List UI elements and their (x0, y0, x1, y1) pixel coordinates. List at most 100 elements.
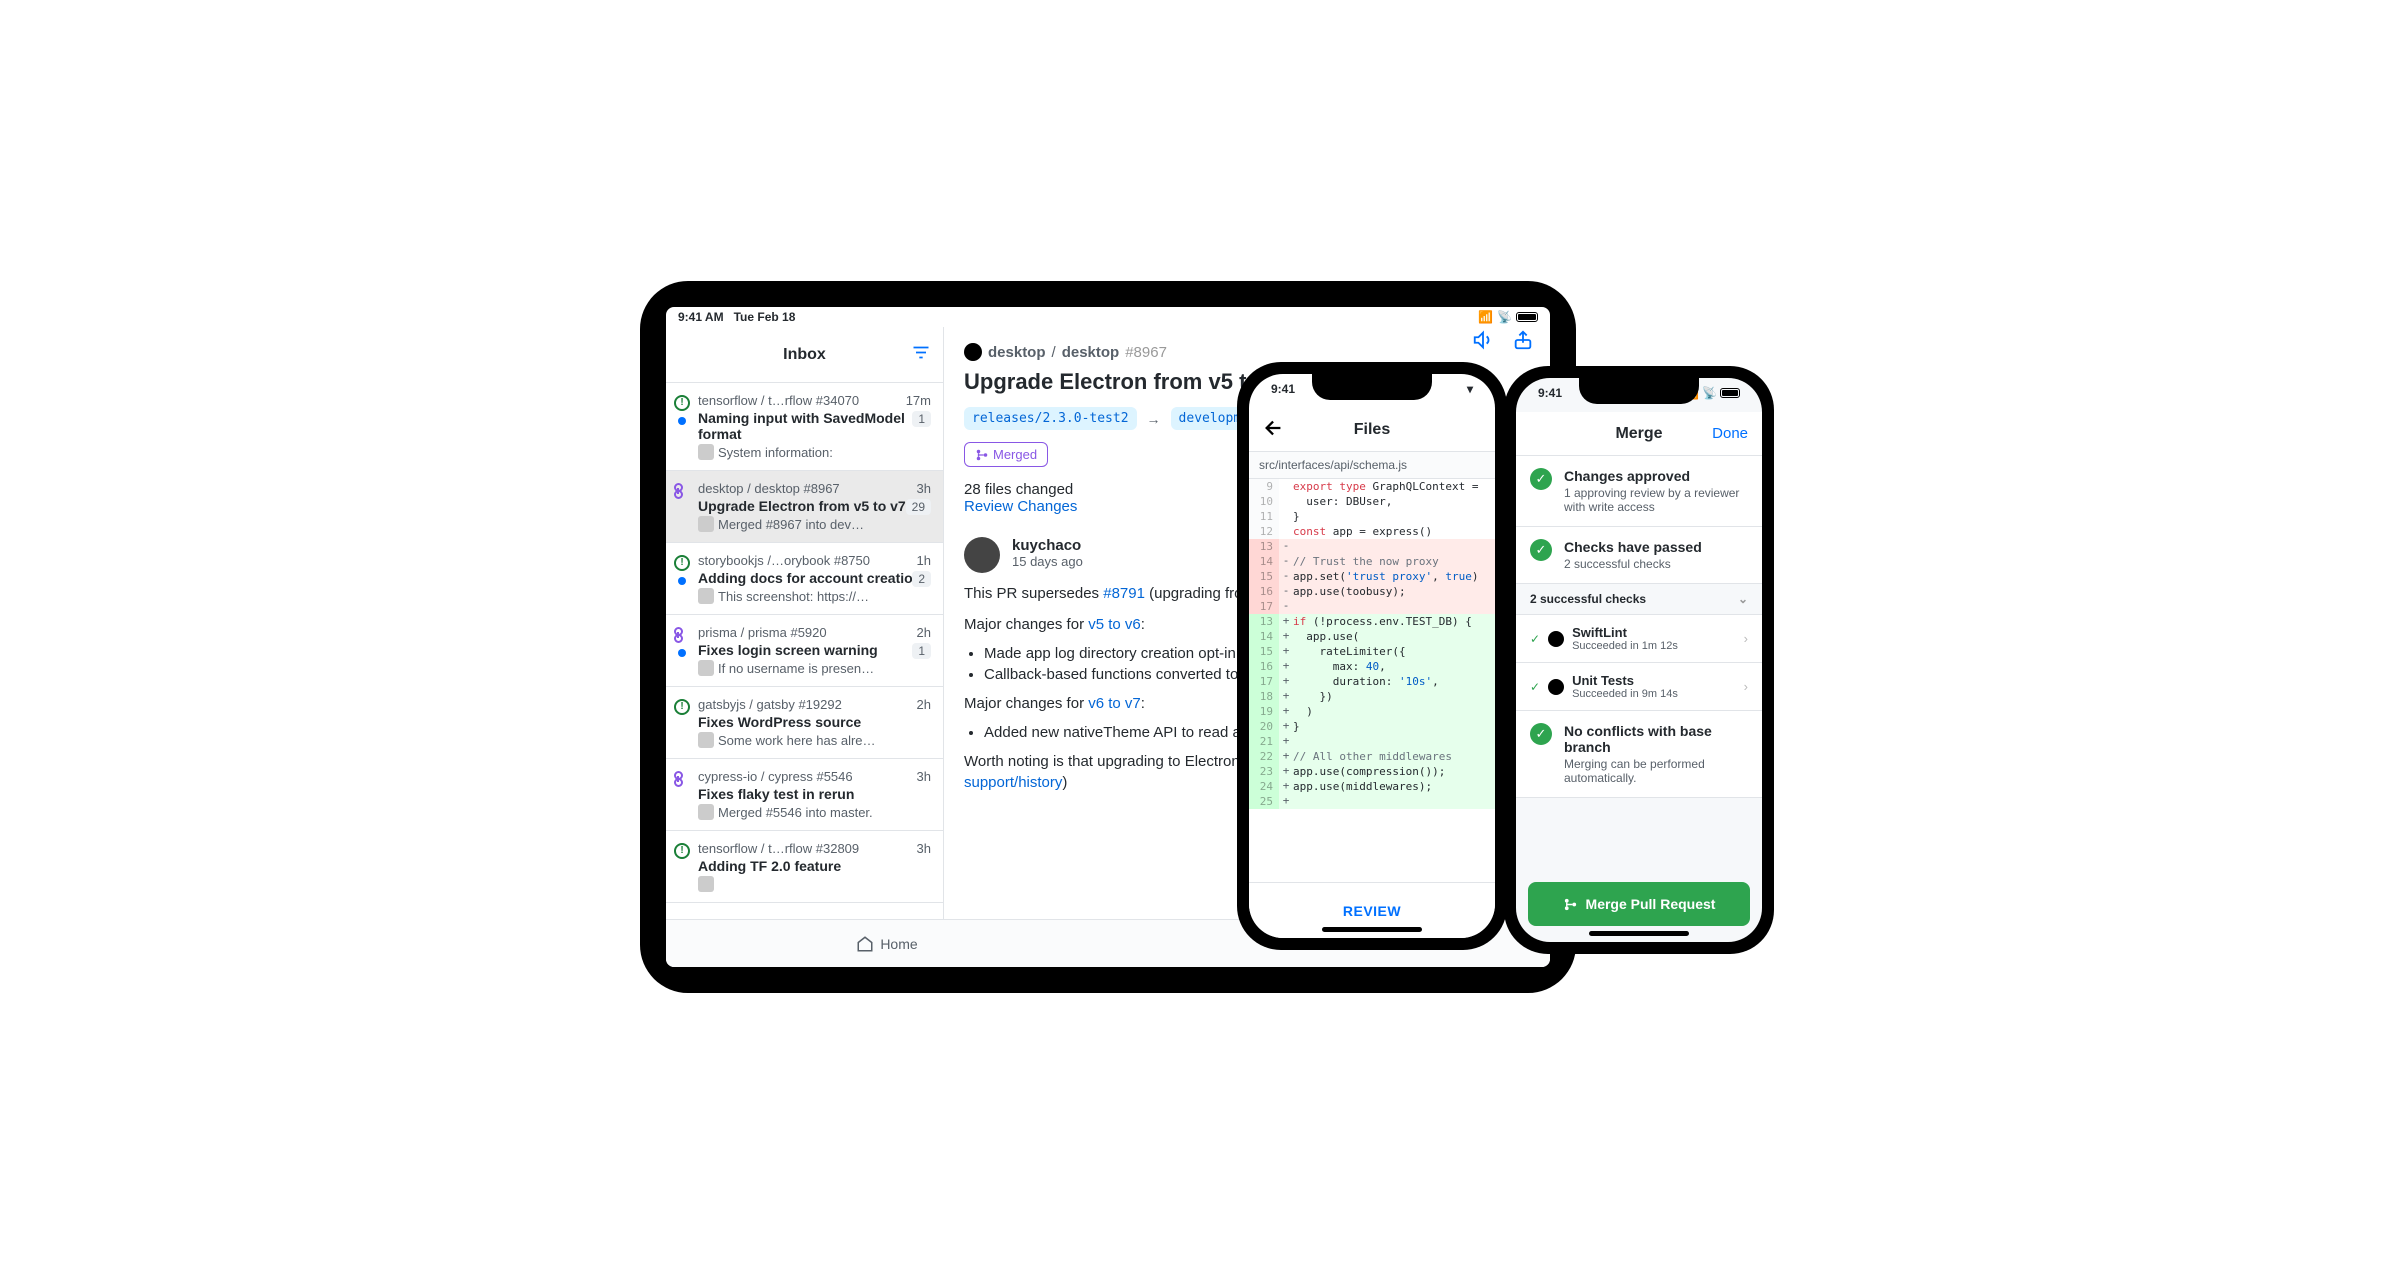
inbox-item[interactable]: cypress-io / cypress #55463hFixes flaky … (666, 759, 943, 831)
diff-line: 9 export type GraphQLContext = (1249, 479, 1495, 494)
wifi-icon: ▾ (1467, 382, 1473, 396)
home-indicator (1589, 931, 1689, 936)
diff-line: 14+ app.use( (1249, 629, 1495, 644)
supersedes-link[interactable]: #8791 (1103, 585, 1145, 602)
branch-head[interactable]: releases/2.3.0-test2 (964, 407, 1137, 430)
check-name: Unit Tests (1572, 673, 1736, 688)
merge-pr-button[interactable]: Merge Pull Request (1528, 882, 1750, 926)
github-icon (964, 343, 982, 361)
back-icon[interactable] (1263, 417, 1285, 442)
check-item[interactable]: ✓Unit TestsSucceeded in 9m 14s› (1516, 663, 1762, 711)
approved-title: Changes approved (1564, 468, 1748, 484)
item-subtitle: Merged #8967 into dev… (698, 516, 929, 532)
item-title: Fixes flaky test in rerun (698, 786, 929, 802)
item-title: Naming input with SavedModel format (698, 410, 929, 442)
changes-approved-row: ✓ Changes approved 1 approving review by… (1516, 456, 1762, 527)
unread-dot-icon (678, 649, 686, 657)
phone-merge-content: ✓ Changes approved 1 approving review by… (1516, 456, 1762, 942)
diff-view[interactable]: 9 export type GraphQLContext =10 user: D… (1249, 479, 1495, 809)
item-subtitle (698, 876, 929, 892)
checks-list: ✓SwiftLintSucceeded in 1m 12s›✓Unit Test… (1516, 615, 1762, 711)
breadcrumb: desktop / desktop #8967 (964, 343, 1530, 361)
inbox-item[interactable]: tensorflow / t…rflow #3407017m1Naming in… (666, 383, 943, 471)
repo-line: gatsbyjs / gatsby #19292 (698, 697, 929, 712)
diff-line: 18+ }) (1249, 689, 1495, 704)
nav-title: Merge (1615, 425, 1662, 443)
inbox-item[interactable]: tensorflow / t…rflow #328093hAdding TF 2… (666, 831, 943, 903)
merged-label: Merged (993, 447, 1037, 462)
repo-line: prisma / prisma #5920 (698, 625, 929, 640)
item-subtitle: This screenshot: https://… (698, 588, 929, 604)
v6-v7-link[interactable]: v6 to v7 (1088, 695, 1141, 712)
diff-line: 17- (1249, 599, 1495, 614)
inbox-item[interactable]: desktop / desktop #89673h29Upgrade Elect… (666, 471, 943, 543)
wifi-icon: 📡 (1702, 386, 1717, 400)
diff-line: 16-app.use(toobusy); (1249, 584, 1495, 599)
v5-v6-link[interactable]: v5 to v6 (1088, 616, 1141, 633)
diff-line: 10 user: DBUser, (1249, 494, 1495, 509)
phone-merge-device: 9:41 📶 📡 Merge Done ✓ Changes approved (1504, 366, 1774, 954)
nav-title: Files (1354, 421, 1390, 439)
issue-icon (674, 699, 690, 715)
item-subtitle: Some work here has alre… (698, 732, 929, 748)
check-icon: ✓ (1530, 468, 1552, 490)
statusbar-time: 9:41 AM (678, 310, 724, 324)
avatar-icon (698, 516, 714, 532)
count-badge: 1 (912, 643, 931, 659)
inbox-item[interactable]: gatsbyjs / gatsby #192922hFixes WordPres… (666, 687, 943, 759)
check-icon: ✓ (1530, 539, 1552, 561)
phone-merge-screen: 9:41 📶 📡 Merge Done ✓ Changes approved (1516, 378, 1762, 942)
diff-line: 13- (1249, 539, 1495, 554)
avatar-icon (698, 876, 714, 892)
inbox-item[interactable]: prisma / prisma #59202h 1Fixes login scre… (666, 615, 943, 687)
filter-icon[interactable] (911, 342, 931, 367)
time-label: 3h (917, 769, 931, 784)
statusbar-left: 9:41 AM Tue Feb 18 (678, 310, 795, 324)
check-name: SwiftLint (1572, 625, 1736, 640)
avatar-icon (698, 660, 714, 676)
avatar-icon (698, 804, 714, 820)
avatar[interactable] (964, 537, 1000, 573)
time-label: 2h (917, 625, 931, 640)
file-path: src/interfaces/api/schema.js (1249, 452, 1495, 479)
issue-icon (674, 395, 690, 411)
checks-list-header[interactable]: 2 successful checks ⌄ (1516, 584, 1762, 615)
repo-line: desktop / desktop #8967 (698, 481, 929, 496)
check-subtitle: Succeeded in 9m 14s (1572, 688, 1736, 700)
unread-dot-icon (678, 417, 686, 425)
comment-author[interactable]: kuychaco (1012, 537, 1083, 554)
conflicts-subtitle: Merging can be performed automatically. (1564, 757, 1748, 785)
sound-icon[interactable] (1472, 329, 1494, 354)
wifi-icon: 📡 (1497, 310, 1512, 324)
count-badge: 2 (912, 571, 931, 587)
support-link[interactable]: support/history (964, 774, 1062, 791)
inbox-title: Inbox (783, 346, 826, 364)
avatar-icon (698, 732, 714, 748)
signal-icon: 📶 (1478, 310, 1493, 324)
time-label: 2h (917, 697, 931, 712)
phone-files-content: src/interfaces/api/schema.js 9 export ty… (1249, 452, 1495, 938)
item-title: Fixes login screen warning (698, 642, 929, 658)
repo-line: storybookjs /…orybook #8750 (698, 553, 929, 568)
app-icon (1548, 679, 1564, 695)
share-icon[interactable] (1512, 329, 1534, 354)
repo-owner: desktop (988, 344, 1046, 361)
count-badge: 1 (912, 411, 931, 427)
check-item[interactable]: ✓SwiftLintSucceeded in 1m 12s› (1516, 615, 1762, 663)
battery-icon (1720, 388, 1740, 398)
item-subtitle: If no username is presen… (698, 660, 929, 676)
battery-icon (1516, 312, 1538, 322)
inbox-item[interactable]: storybookjs /…orybook #87501h2Adding doc… (666, 543, 943, 615)
chevron-right-icon: › (1744, 631, 1748, 646)
diff-line: 17+ duration: '10s', (1249, 674, 1495, 689)
app-icon (1548, 631, 1564, 647)
home-indicator (1322, 927, 1422, 932)
repo-name: desktop (1062, 344, 1120, 361)
conflicts-title: No conflicts with base branch (1564, 723, 1748, 755)
done-button[interactable]: Done (1712, 425, 1748, 442)
check-icon: ✓ (1530, 723, 1552, 745)
time-label: 3h (917, 841, 931, 856)
tab-home[interactable]: Home (666, 920, 1108, 967)
time-label: 1h (917, 553, 931, 568)
diff-line: 14-// Trust the now proxy (1249, 554, 1495, 569)
